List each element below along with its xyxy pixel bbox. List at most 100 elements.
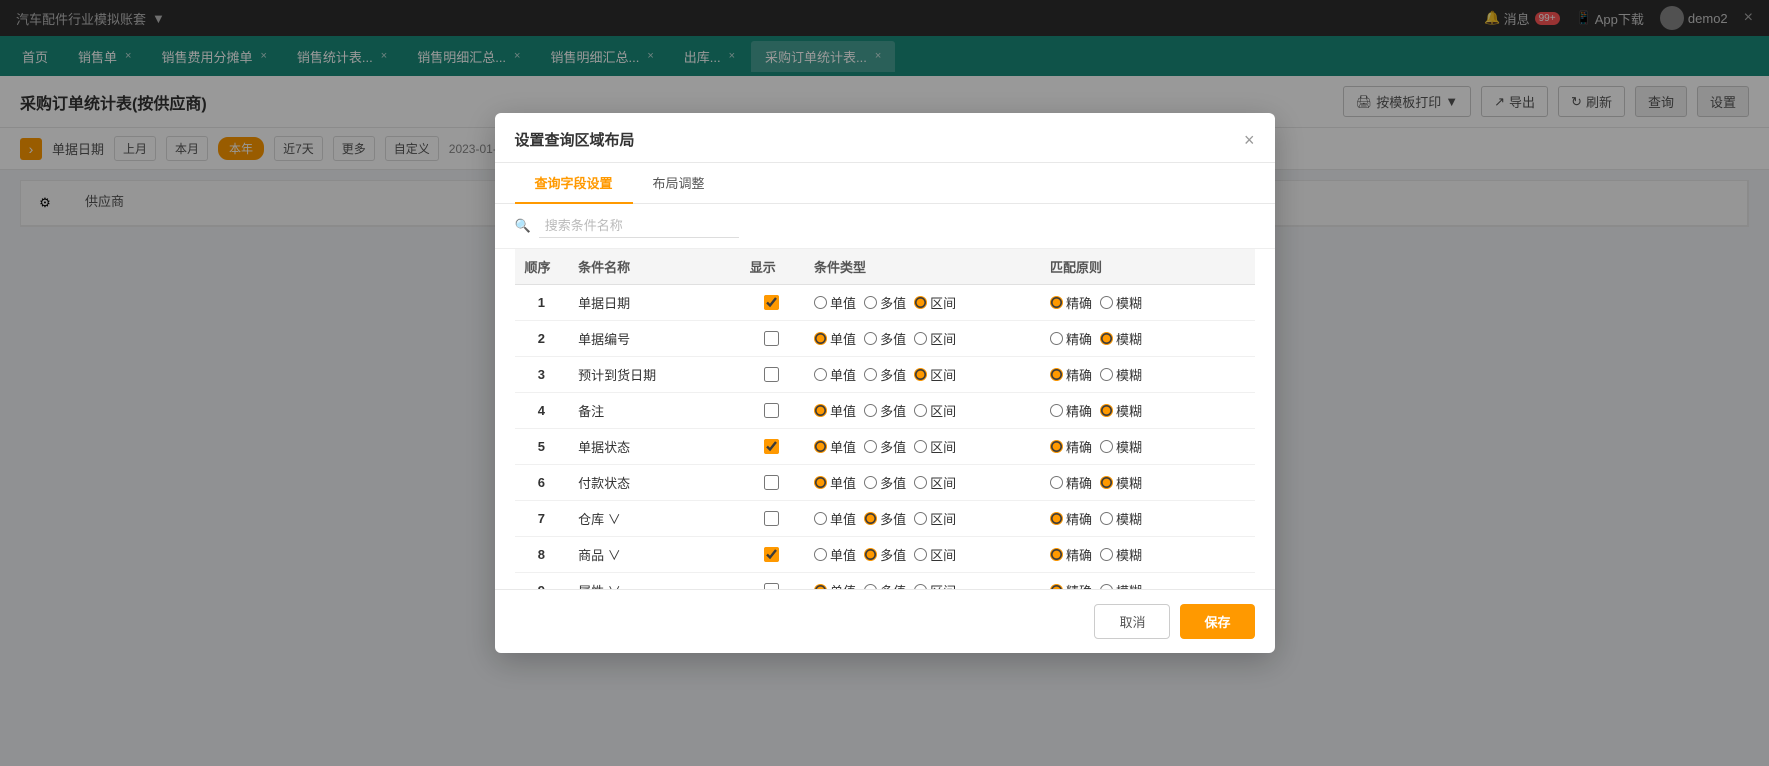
rule-option-模糊-3[interactable]: 模糊 <box>1100 401 1142 420</box>
type-option-区间-3[interactable]: 区间 <box>914 401 956 420</box>
dialog-title: 设置查询区域布局 <box>515 129 635 150</box>
show-checkbox-4[interactable] <box>764 439 779 454</box>
dialog-close-button[interactable]: × <box>1244 131 1255 149</box>
type-option-多值-3[interactable]: 多值 <box>864 401 906 420</box>
row-rule-1: 精确模糊 <box>1040 321 1255 357</box>
rule-option-模糊-1[interactable]: 模糊 <box>1100 329 1142 348</box>
fields-table: 顺序 条件名称 显示 条件类型 匹配原则 1单据日期单值多值区间精确模糊2单据编… <box>515 249 1255 589</box>
th-type: 条件类型 <box>804 249 1040 285</box>
row-show-4 <box>740 429 804 465</box>
rule-option-精确-2[interactable]: 精确 <box>1050 365 1092 384</box>
search-icon: 🔍 <box>515 218 531 234</box>
rule-option-模糊-2[interactable]: 模糊 <box>1100 365 1142 384</box>
row-rule-0: 精确模糊 <box>1040 285 1255 321</box>
rule-option-精确-5[interactable]: 精确 <box>1050 473 1092 492</box>
rule-option-精确-1[interactable]: 精确 <box>1050 329 1092 348</box>
row-type-2: 单值多值区间 <box>804 357 1040 393</box>
rule-option-模糊-0[interactable]: 模糊 <box>1100 293 1142 312</box>
rule-option-精确-3[interactable]: 精确 <box>1050 401 1092 420</box>
type-option-区间-2[interactable]: 区间 <box>914 365 956 384</box>
dialog-overlay: 设置查询区域布局 × 查询字段设置 布局调整 🔍 顺序 条件名称 <box>0 0 1769 766</box>
type-option-多值-6[interactable]: 多值 <box>864 509 906 528</box>
rule-option-精确-6[interactable]: 精确 <box>1050 509 1092 528</box>
rule-option-模糊-8[interactable]: 模糊 <box>1100 581 1142 589</box>
type-option-区间-1[interactable]: 区间 <box>914 329 956 348</box>
row-type-6: 单值多值区间 <box>804 501 1040 537</box>
rule-option-模糊-5[interactable]: 模糊 <box>1100 473 1142 492</box>
show-checkbox-1[interactable] <box>764 331 779 346</box>
dialog-tabs: 查询字段设置 布局调整 <box>495 163 1275 204</box>
rule-option-模糊-6[interactable]: 模糊 <box>1100 509 1142 528</box>
search-input[interactable] <box>539 214 739 238</box>
row-type-7: 单值多值区间 <box>804 537 1040 573</box>
table-row: 2单据编号 单值多值区间 精确模糊 <box>515 321 1255 357</box>
tab-query-fields[interactable]: 查询字段设置 <box>515 163 633 204</box>
row-type-4: 单值多值区间 <box>804 429 1040 465</box>
type-option-单值-7[interactable]: 单值 <box>814 545 856 564</box>
type-option-单值-3[interactable]: 单值 <box>814 401 856 420</box>
row-rule-7: 精确模糊 <box>1040 537 1255 573</box>
type-option-多值-1[interactable]: 多值 <box>864 329 906 348</box>
row-rule-8: 精确模糊 <box>1040 573 1255 590</box>
row-name-0: 单据日期 <box>568 285 740 321</box>
type-option-多值-7[interactable]: 多值 <box>864 545 906 564</box>
row-type-8: 单值多值区间 <box>804 573 1040 590</box>
type-option-单值-8[interactable]: 单值 <box>814 581 856 589</box>
rule-option-精确-0[interactable]: 精确 <box>1050 293 1092 312</box>
table-row: 6付款状态单值多值区间精确模糊 <box>515 465 1255 501</box>
tab-layout[interactable]: 布局调整 <box>633 163 725 204</box>
row-name-1: 单据编号 <box>568 321 740 357</box>
type-option-单值-0[interactable]: 单值 <box>814 293 856 312</box>
row-name-6: 仓库 ∨ <box>568 501 740 537</box>
table-row: 3预计到货日期单值多值区间精确模糊 <box>515 357 1255 393</box>
type-option-单值-2[interactable]: 单值 <box>814 365 856 384</box>
dialog-table-wrap: 顺序 条件名称 显示 条件类型 匹配原则 1单据日期单值多值区间精确模糊2单据编… <box>495 249 1275 589</box>
type-option-多值-8[interactable]: 多值 <box>864 581 906 589</box>
type-option-区间-4[interactable]: 区间 <box>914 437 956 456</box>
rule-option-模糊-4[interactable]: 模糊 <box>1100 437 1142 456</box>
row-order-4: 5 <box>515 429 569 465</box>
table-row: 8商品 ∨单值多值区间精确模糊 <box>515 537 1255 573</box>
row-show-7 <box>740 537 804 573</box>
row-rule-6: 精确模糊 <box>1040 501 1255 537</box>
show-checkbox-5[interactable] <box>764 475 779 490</box>
type-option-多值-5[interactable]: 多值 <box>864 473 906 492</box>
type-option-区间-7[interactable]: 区间 <box>914 545 956 564</box>
rule-option-精确-7[interactable]: 精确 <box>1050 545 1092 564</box>
th-name: 条件名称 <box>568 249 740 285</box>
show-checkbox-3[interactable] <box>764 403 779 418</box>
row-show-8 <box>740 573 804 590</box>
row-rule-2: 精确模糊 <box>1040 357 1255 393</box>
rule-option-精确-4[interactable]: 精确 <box>1050 437 1092 456</box>
type-option-区间-6[interactable]: 区间 <box>914 509 956 528</box>
show-checkbox-2[interactable] <box>764 367 779 382</box>
type-option-单值-4[interactable]: 单值 <box>814 437 856 456</box>
row-name-7: 商品 ∨ <box>568 537 740 573</box>
row-order-2: 3 <box>515 357 569 393</box>
show-checkbox-7[interactable] <box>764 547 779 562</box>
row-order-6: 7 <box>515 501 569 537</box>
type-option-区间-8[interactable]: 区间 <box>914 581 956 589</box>
type-option-单值-1[interactable]: 单值 <box>814 329 856 348</box>
type-option-单值-5[interactable]: 单值 <box>814 473 856 492</box>
dialog-footer: 取消 保存 <box>495 589 1275 653</box>
row-show-6 <box>740 501 804 537</box>
show-checkbox-0[interactable] <box>764 295 779 310</box>
type-option-区间-0[interactable]: 区间 <box>914 293 956 312</box>
row-order-0: 1 <box>515 285 569 321</box>
type-option-单值-6[interactable]: 单值 <box>814 509 856 528</box>
save-button[interactable]: 保存 <box>1180 604 1254 639</box>
type-option-多值-4[interactable]: 多值 <box>864 437 906 456</box>
row-order-1: 2 <box>515 321 569 357</box>
rule-option-精确-8[interactable]: 精确 <box>1050 581 1092 589</box>
cancel-button[interactable]: 取消 <box>1094 604 1170 639</box>
type-option-多值-2[interactable]: 多值 <box>864 365 906 384</box>
row-order-8: 9 <box>515 573 569 590</box>
row-name-8: 属性 ∨ <box>568 573 740 590</box>
type-option-多值-0[interactable]: 多值 <box>864 293 906 312</box>
row-name-4: 单据状态 <box>568 429 740 465</box>
row-type-3: 单值多值区间 <box>804 393 1040 429</box>
type-option-区间-5[interactable]: 区间 <box>914 473 956 492</box>
rule-option-模糊-7[interactable]: 模糊 <box>1100 545 1142 564</box>
show-checkbox-6[interactable] <box>764 511 779 526</box>
